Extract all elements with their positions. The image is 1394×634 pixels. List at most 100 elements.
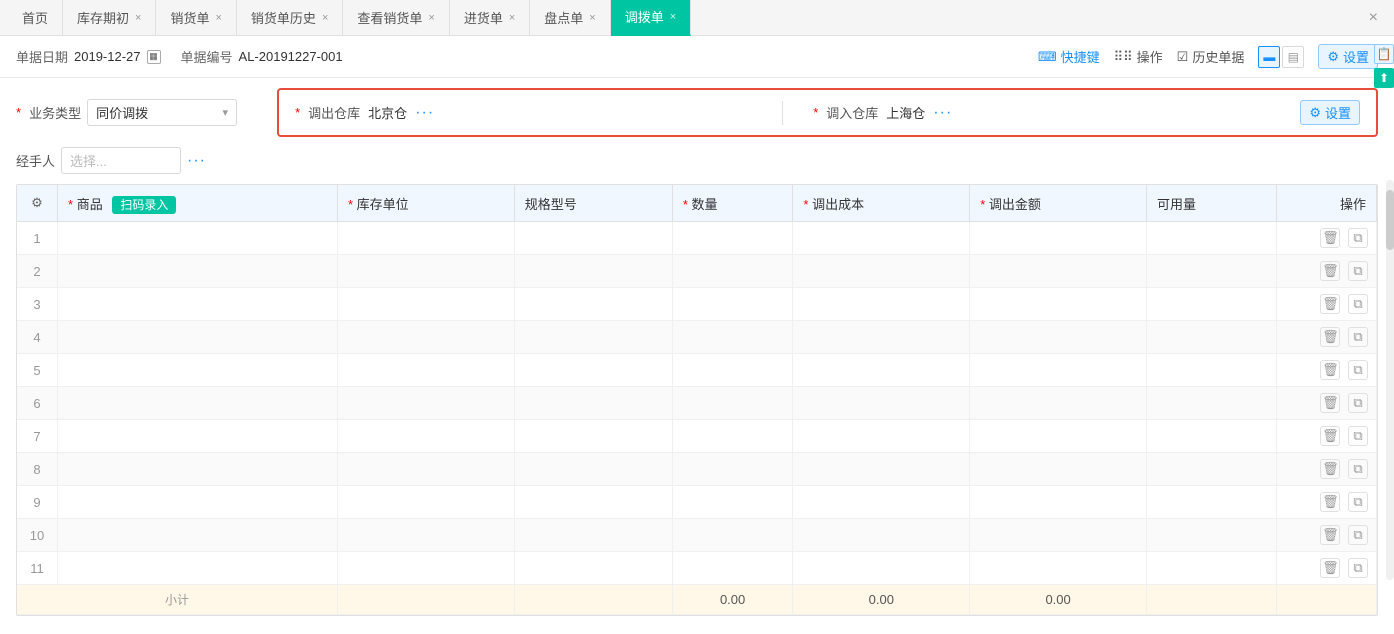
row-4-spec[interactable]: [514, 321, 672, 354]
delete-icon[interactable]: 🗑: [1320, 327, 1340, 347]
row-6-available[interactable]: [1147, 387, 1277, 420]
copy-icon[interactable]: ⧉: [1348, 426, 1368, 446]
row-1-quantity[interactable]: [672, 222, 793, 255]
delete-icon[interactable]: 🗑: [1320, 360, 1340, 380]
tab-inventory-check[interactable]: 盘点单 ×: [530, 0, 610, 36]
row-1-amount[interactable]: [970, 222, 1147, 255]
delete-icon[interactable]: 🗑: [1320, 426, 1340, 446]
window-close-button[interactable]: ×: [1361, 9, 1386, 27]
row-11-cost[interactable]: [793, 552, 970, 585]
copy-icon[interactable]: ⧉: [1348, 492, 1368, 512]
row-6-unit[interactable]: [337, 387, 514, 420]
operations-btn[interactable]: ⠿⠿ 操作: [1114, 47, 1163, 66]
business-type-select[interactable]: 同价调拨 ▾: [87, 99, 237, 126]
row-11-unit[interactable]: [337, 552, 514, 585]
row-2-cost[interactable]: [793, 255, 970, 288]
tab-purchase-order[interactable]: 进货单 ×: [450, 0, 530, 36]
row-7-amount[interactable]: [970, 420, 1147, 453]
copy-icon[interactable]: ⧉: [1348, 525, 1368, 545]
copy-icon[interactable]: ⧉: [1348, 459, 1368, 479]
row-3-unit[interactable]: [337, 288, 514, 321]
row-9-quantity[interactable]: [672, 486, 793, 519]
delete-icon[interactable]: 🗑: [1320, 525, 1340, 545]
row-2-quantity[interactable]: [672, 255, 793, 288]
row-8-spec[interactable]: [514, 453, 672, 486]
row-1-cost[interactable]: [793, 222, 970, 255]
tab-home[interactable]: 首页: [8, 0, 63, 36]
row-8-available[interactable]: [1147, 453, 1277, 486]
row-11-spec[interactable]: [514, 552, 672, 585]
tab-inventory-init[interactable]: 库存期初 ×: [63, 0, 156, 36]
row-5-cost[interactable]: [793, 354, 970, 387]
sidebar-notes-icon[interactable]: 📋: [1374, 44, 1394, 64]
row-8-product[interactable]: [58, 453, 338, 486]
copy-icon[interactable]: ⧉: [1348, 294, 1368, 314]
row-2-amount[interactable]: [970, 255, 1147, 288]
tab-view-sales-close[interactable]: ×: [428, 12, 434, 24]
handler-input[interactable]: 选择...: [61, 147, 181, 174]
row-5-unit[interactable]: [337, 354, 514, 387]
copy-icon[interactable]: ⧉: [1348, 228, 1368, 248]
row-8-quantity[interactable]: [672, 453, 793, 486]
layout-btn-1[interactable]: ▬: [1258, 46, 1280, 68]
row-7-cost[interactable]: [793, 420, 970, 453]
row-2-unit[interactable]: [337, 255, 514, 288]
row-5-spec[interactable]: [514, 354, 672, 387]
delete-icon[interactable]: 🗑: [1320, 261, 1340, 281]
row-6-amount[interactable]: [970, 387, 1147, 420]
delete-icon[interactable]: 🗑: [1320, 558, 1340, 578]
row-1-spec[interactable]: [514, 222, 672, 255]
row-11-available[interactable]: [1147, 552, 1277, 585]
warehouse-settings-btn[interactable]: ⚙ 设置: [1300, 100, 1360, 125]
sidebar-expand-icon[interactable]: ⬆: [1374, 68, 1394, 88]
row-6-quantity[interactable]: [672, 387, 793, 420]
row-2-available[interactable]: [1147, 255, 1277, 288]
row-10-product[interactable]: [58, 519, 338, 552]
gear-icon[interactable]: ⚙: [27, 193, 47, 213]
row-7-quantity[interactable]: [672, 420, 793, 453]
copy-icon[interactable]: ⧉: [1348, 393, 1368, 413]
shortcut-btn[interactable]: ⌨ 快捷键: [1038, 47, 1100, 66]
row-9-available[interactable]: [1147, 486, 1277, 519]
row-10-available[interactable]: [1147, 519, 1277, 552]
scroll-track[interactable]: [1386, 180, 1394, 580]
row-11-amount[interactable]: [970, 552, 1147, 585]
row-3-cost[interactable]: [793, 288, 970, 321]
tab-sales-history[interactable]: 销货单历史 ×: [237, 0, 343, 36]
row-11-product[interactable]: [58, 552, 338, 585]
delete-icon[interactable]: 🗑: [1320, 492, 1340, 512]
tab-sales-history-close[interactable]: ×: [322, 12, 328, 24]
tab-sales-order[interactable]: 销货单 ×: [156, 0, 236, 36]
history-btn[interactable]: ☑ 历史单据: [1177, 47, 1245, 66]
tab-purchase-order-close[interactable]: ×: [509, 12, 515, 24]
row-4-unit[interactable]: [337, 321, 514, 354]
row-7-product[interactable]: [58, 420, 338, 453]
row-2-spec[interactable]: [514, 255, 672, 288]
warehouse-in-ellipsis[interactable]: ···: [933, 104, 952, 122]
row-3-quantity[interactable]: [672, 288, 793, 321]
copy-icon[interactable]: ⧉: [1348, 261, 1368, 281]
row-4-amount[interactable]: [970, 321, 1147, 354]
delete-icon[interactable]: 🗑: [1320, 393, 1340, 413]
tab-view-sales[interactable]: 查看销货单 ×: [343, 0, 449, 36]
copy-icon[interactable]: ⧉: [1348, 360, 1368, 380]
delete-icon[interactable]: 🗑: [1320, 228, 1340, 248]
row-9-spec[interactable]: [514, 486, 672, 519]
tab-sales-order-close[interactable]: ×: [215, 12, 221, 24]
row-1-available[interactable]: [1147, 222, 1277, 255]
row-10-cost[interactable]: [793, 519, 970, 552]
row-7-available[interactable]: [1147, 420, 1277, 453]
row-10-amount[interactable]: [970, 519, 1147, 552]
tab-transfer-order-close[interactable]: ×: [670, 11, 676, 23]
calendar-icon[interactable]: ▦: [147, 50, 161, 64]
row-10-spec[interactable]: [514, 519, 672, 552]
row-3-amount[interactable]: [970, 288, 1147, 321]
delete-icon[interactable]: 🗑: [1320, 459, 1340, 479]
handler-ellipsis[interactable]: ···: [187, 152, 206, 170]
row-1-unit[interactable]: [337, 222, 514, 255]
row-2-product[interactable]: [58, 255, 338, 288]
row-5-product[interactable]: [58, 354, 338, 387]
row-7-spec[interactable]: [514, 420, 672, 453]
row-6-spec[interactable]: [514, 387, 672, 420]
tab-inventory-init-close[interactable]: ×: [135, 12, 141, 24]
